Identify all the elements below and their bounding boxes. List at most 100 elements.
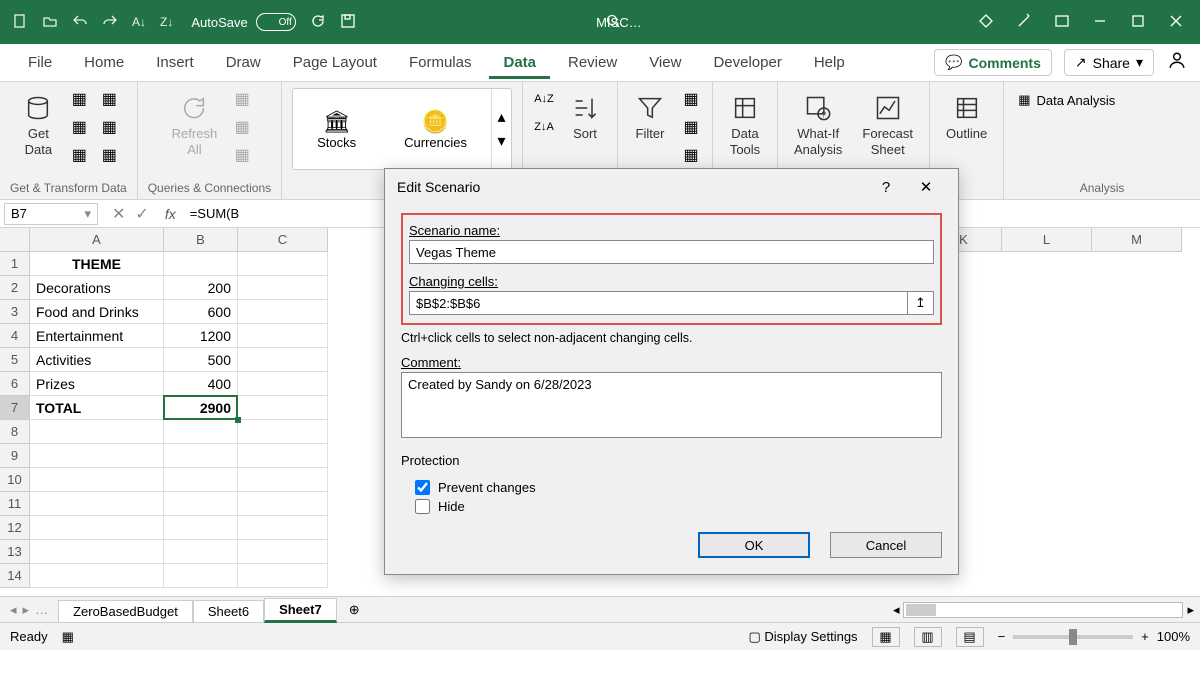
page-break-view-icon[interactable]: ▤ bbox=[956, 627, 984, 647]
get-data-button[interactable]: Get Data bbox=[16, 88, 60, 161]
display-settings-button[interactable]: ▢ Display Settings bbox=[748, 629, 857, 645]
col-header[interactable]: M bbox=[1092, 228, 1182, 252]
autosave-toggle[interactable]: Off bbox=[256, 13, 296, 31]
ok-button[interactable]: OK bbox=[698, 532, 810, 558]
existing-conn-icon[interactable]: ▦ bbox=[98, 116, 120, 138]
reapply-icon[interactable]: ▦ bbox=[680, 116, 702, 138]
tab-home[interactable]: Home bbox=[70, 46, 138, 79]
cancel-button[interactable]: Cancel bbox=[830, 532, 942, 558]
cell[interactable] bbox=[30, 468, 164, 492]
sort-az-icon[interactable]: A↓Z bbox=[533, 88, 555, 110]
tab-developer[interactable]: Developer bbox=[699, 46, 795, 79]
cell[interactable] bbox=[238, 324, 328, 348]
range-picker-icon[interactable]: ↥ bbox=[908, 291, 934, 315]
data-tools-button[interactable]: Data Tools bbox=[723, 88, 767, 161]
whatif-button[interactable]: ? What-If Analysis bbox=[788, 88, 848, 161]
help-icon[interactable]: ? bbox=[866, 179, 906, 196]
normal-view-icon[interactable]: ▦ bbox=[872, 627, 900, 647]
tab-help[interactable]: Help bbox=[800, 46, 859, 79]
col-header[interactable]: L bbox=[1002, 228, 1092, 252]
cell[interactable] bbox=[30, 420, 164, 444]
row-header[interactable]: 10 bbox=[0, 468, 30, 492]
row-header[interactable]: 5 bbox=[0, 348, 30, 372]
from-text-icon[interactable]: ▦ bbox=[68, 88, 90, 110]
tab-view[interactable]: View bbox=[635, 46, 695, 79]
clear-filter-icon[interactable]: ▦ bbox=[680, 88, 702, 110]
row-header[interactable]: 11 bbox=[0, 492, 30, 516]
fill-handle[interactable] bbox=[235, 417, 241, 423]
sort-asc-icon[interactable]: A↓ bbox=[132, 15, 146, 29]
tab-formulas[interactable]: Formulas bbox=[395, 46, 486, 79]
prevent-changes-checkbox[interactable]: Prevent changes bbox=[415, 480, 942, 495]
outline-button[interactable]: Outline bbox=[940, 88, 993, 146]
tab-data[interactable]: Data bbox=[489, 46, 550, 79]
cell[interactable] bbox=[164, 252, 238, 276]
add-sheet-icon[interactable]: ⊕ bbox=[337, 602, 372, 618]
edit-links-icon[interactable]: ▦ bbox=[231, 144, 253, 166]
col-header[interactable]: A bbox=[30, 228, 164, 252]
cell[interactable] bbox=[238, 372, 328, 396]
close-icon[interactable]: ✕ bbox=[906, 178, 946, 196]
sort-button[interactable]: Sort bbox=[563, 88, 607, 146]
refresh-icon[interactable] bbox=[310, 13, 326, 32]
new-file-icon[interactable] bbox=[12, 13, 28, 32]
zoom-slider[interactable] bbox=[1013, 635, 1133, 639]
cell[interactable] bbox=[164, 516, 238, 540]
sheet-nav-prev-icon[interactable]: ◂ bbox=[10, 602, 17, 618]
refresh-all-button[interactable]: Refresh All bbox=[166, 88, 224, 161]
col-header[interactable]: C bbox=[238, 228, 328, 252]
row-header[interactable]: 4 bbox=[0, 324, 30, 348]
cell[interactable]: Decorations bbox=[30, 276, 164, 300]
maximize-icon[interactable] bbox=[1130, 13, 1146, 32]
cell[interactable]: TOTAL bbox=[30, 396, 164, 420]
cell[interactable] bbox=[164, 540, 238, 564]
recent-sources-icon[interactable]: ▦ bbox=[98, 88, 120, 110]
cell[interactable] bbox=[30, 444, 164, 468]
zoom-out-icon[interactable]: − bbox=[998, 629, 1006, 644]
cell[interactable]: 1200 bbox=[164, 324, 238, 348]
cell[interactable]: Prizes bbox=[30, 372, 164, 396]
cell[interactable] bbox=[164, 468, 238, 492]
row-header[interactable]: 9 bbox=[0, 444, 30, 468]
horizontal-scrollbar[interactable] bbox=[903, 602, 1183, 618]
cell[interactable] bbox=[164, 444, 238, 468]
tab-insert[interactable]: Insert bbox=[142, 46, 208, 79]
cancel-formula-icon[interactable]: ✕ bbox=[112, 204, 125, 224]
changing-cells-input[interactable] bbox=[409, 291, 908, 315]
row-header[interactable]: 2 bbox=[0, 276, 30, 300]
tab-file[interactable]: File bbox=[14, 46, 66, 79]
row-header[interactable]: 3 bbox=[0, 300, 30, 324]
cell[interactable]: 400 bbox=[164, 372, 238, 396]
cell[interactable] bbox=[238, 396, 328, 420]
cell[interactable] bbox=[164, 420, 238, 444]
zoom-in-icon[interactable]: + bbox=[1141, 629, 1149, 644]
cell[interactable] bbox=[30, 564, 164, 588]
cell[interactable] bbox=[30, 516, 164, 540]
cell[interactable] bbox=[238, 564, 328, 588]
sheet-tab[interactable]: Sheet7 bbox=[264, 598, 337, 623]
comment-input[interactable]: Created by Sandy on 6/28/2023 bbox=[401, 372, 942, 438]
diamond-icon[interactable] bbox=[978, 13, 994, 32]
scroll-right-icon[interactable]: ▸ bbox=[1187, 602, 1194, 618]
cell[interactable]: Food and Drinks bbox=[30, 300, 164, 324]
macro-record-icon[interactable]: ▦ bbox=[62, 629, 74, 645]
cell[interactable] bbox=[164, 564, 238, 588]
sheet-tab[interactable]: ZeroBasedBudget bbox=[58, 600, 193, 622]
sheet-nav-next-icon[interactable]: ▸ bbox=[23, 602, 30, 618]
share-button[interactable]: ↗ Share ▾ bbox=[1064, 49, 1154, 76]
cell[interactable] bbox=[238, 444, 328, 468]
row-header[interactable]: 14 bbox=[0, 564, 30, 588]
sheet-tab[interactable]: Sheet6 bbox=[193, 600, 264, 622]
cell[interactable]: 600 bbox=[164, 300, 238, 324]
ribbon-display-icon[interactable] bbox=[1054, 13, 1070, 32]
scroll-left-icon[interactable]: ◂ bbox=[893, 602, 900, 618]
select-all[interactable] bbox=[0, 228, 30, 252]
sort-desc-icon[interactable]: Z↓ bbox=[160, 15, 173, 29]
row-header[interactable]: 1 bbox=[0, 252, 30, 276]
search-icon[interactable] bbox=[605, 13, 621, 32]
tab-review[interactable]: Review bbox=[554, 46, 631, 79]
cell[interactable]: 500 bbox=[164, 348, 238, 372]
undo-icon[interactable] bbox=[72, 13, 88, 32]
cell[interactable] bbox=[238, 468, 328, 492]
row-header[interactable]: 8 bbox=[0, 420, 30, 444]
